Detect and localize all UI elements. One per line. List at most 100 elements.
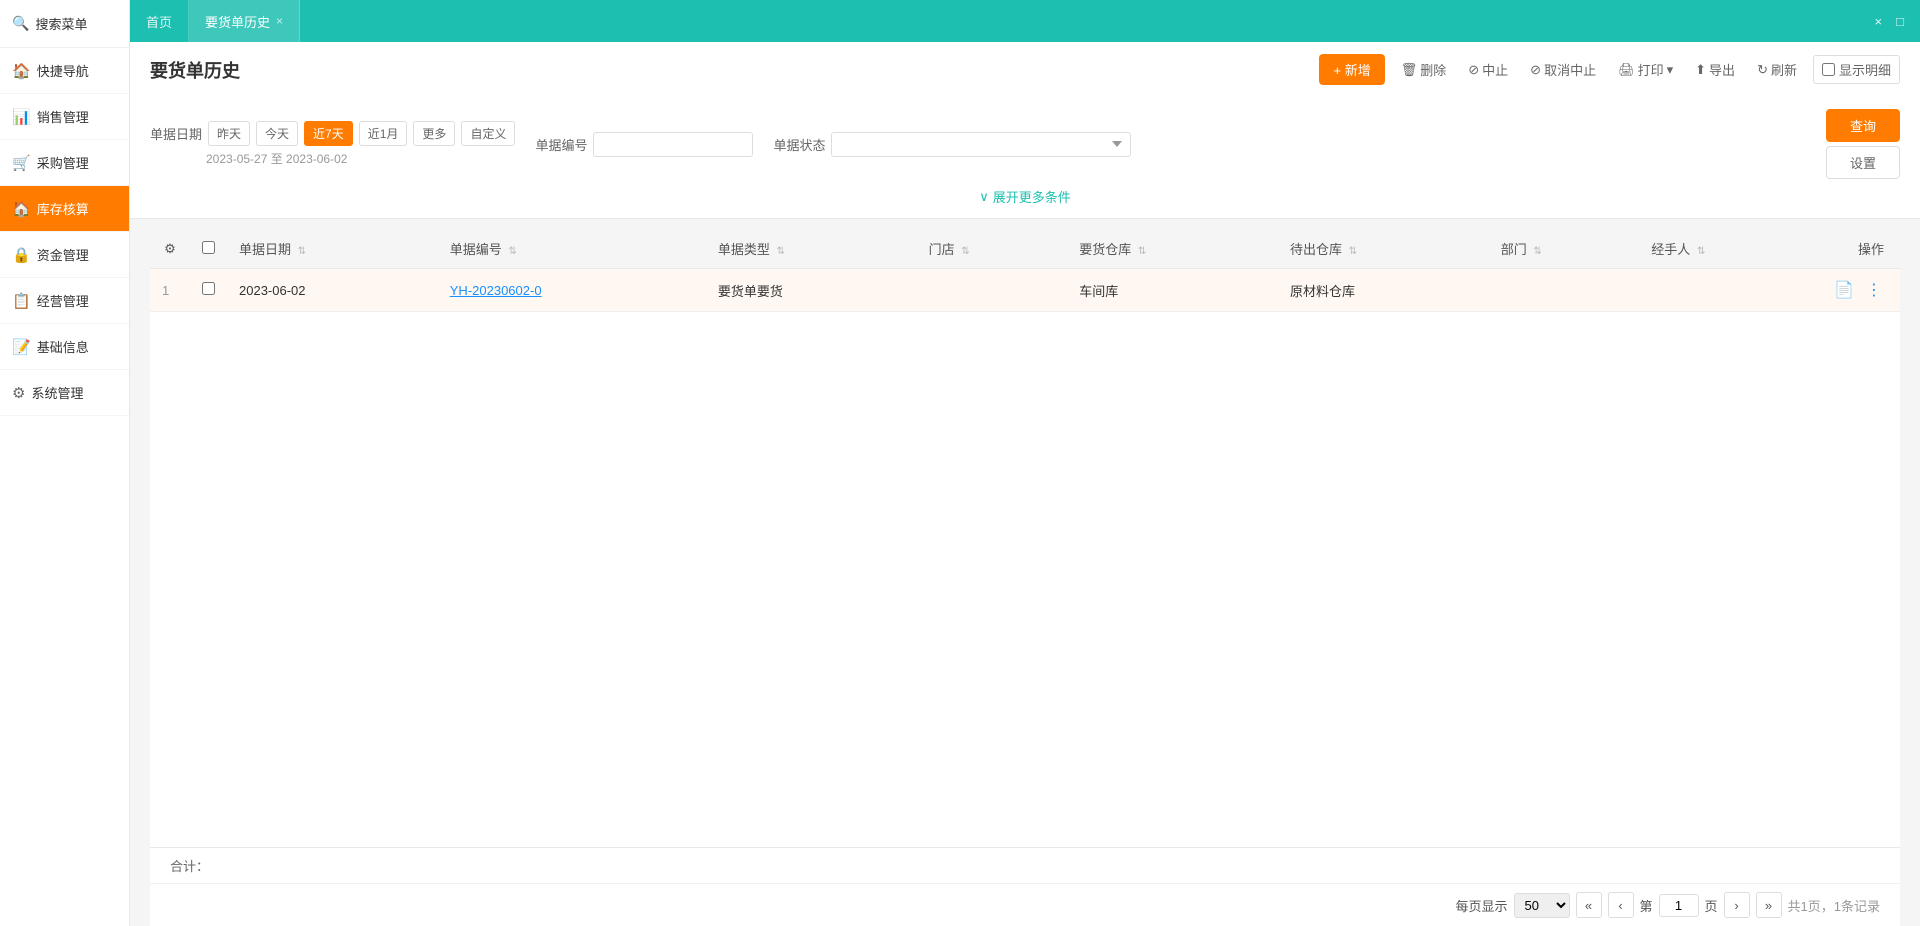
td-actions: 📄 ⋮ — [1820, 269, 1900, 312]
system-icon: ⚙ — [12, 384, 25, 402]
date-btn-last7days[interactable]: 近7天 — [304, 121, 353, 146]
td-handler — [1639, 269, 1820, 312]
page-number-input[interactable] — [1659, 894, 1699, 917]
sidebar-item-operation[interactable]: 📋 经营管理 — [0, 278, 129, 324]
doc-no-input[interactable] — [593, 132, 753, 157]
sidebar-item-label: 经营管理 — [37, 291, 89, 310]
suspend-icon: ⊘ — [1468, 62, 1479, 78]
th-settings[interactable]: ⚙ — [150, 229, 190, 269]
th-ops: 操作 — [1820, 229, 1900, 269]
first-page-button[interactable]: « — [1576, 892, 1602, 918]
sidebar-item-label: 资金管理 — [37, 245, 89, 264]
sort-store-icon: ⇅ — [961, 246, 969, 257]
td-doc-no[interactable]: YH-20230602-0 — [438, 269, 706, 312]
tab-requisition-history[interactable]: 要货单历史 × — [189, 0, 300, 42]
filter-row-1: 单据日期 昨天 今天 近7天 近1月 更多 自定义 2023-05-27 至 2… — [150, 109, 1900, 179]
doc-no-label: 单据编号 — [535, 135, 587, 154]
delete-button[interactable]: 🗑 删除 — [1395, 56, 1453, 83]
sort-req-warehouse-icon: ⇅ — [1138, 246, 1146, 257]
date-filter-label: 单据日期 — [150, 124, 202, 143]
sidebar-item-label: 库存核算 — [37, 199, 89, 218]
td-pending-warehouse: 原材料仓库 — [1278, 269, 1489, 312]
more-action-button[interactable]: ⋮ — [1864, 278, 1884, 302]
th-date[interactable]: 单据日期 ⇅ — [227, 229, 438, 269]
settings-button[interactable]: 设置 — [1826, 146, 1900, 179]
td-checkbox[interactable] — [190, 269, 227, 312]
th-store[interactable]: 门店 ⇅ — [917, 229, 1068, 269]
date-btn-yesterday[interactable]: 昨天 — [208, 121, 250, 146]
th-checkbox[interactable] — [190, 229, 227, 269]
display-detail-checkbox[interactable] — [1822, 63, 1835, 76]
th-department[interactable]: 部门 ⇅ — [1489, 229, 1640, 269]
th-req-warehouse-label: 要货仓库 — [1079, 242, 1131, 257]
last-page-button[interactable]: » — [1756, 892, 1782, 918]
select-all-checkbox[interactable] — [202, 241, 215, 254]
basic-icon: 📝 — [12, 338, 31, 356]
sidebar-item-system[interactable]: ⚙ 系统管理 — [0, 370, 129, 416]
new-button[interactable]: + 新增 — [1319, 54, 1384, 85]
sidebar-item-quick-nav[interactable]: 🏠 快捷导航 — [0, 48, 129, 94]
sidebar: 🔍 搜索菜单 🏠 快捷导航 📊 销售管理 🛒 采购管理 🏠 库存核算 🔒 资金管… — [0, 0, 130, 926]
sidebar-item-sales[interactable]: 📊 销售管理 — [0, 94, 129, 140]
home-icon: 🏠 — [12, 62, 31, 80]
row-checkbox[interactable] — [202, 282, 215, 295]
th-handler[interactable]: 经手人 ⇅ — [1639, 229, 1820, 269]
sidebar-item-finance[interactable]: 🔒 资金管理 — [0, 232, 129, 278]
date-btn-more[interactable]: 更多 — [413, 121, 455, 146]
delete-icon: 🗑 — [1401, 62, 1418, 78]
date-btn-last1month[interactable]: 近1月 — [359, 121, 408, 146]
th-doc-no[interactable]: 单据编号 ⇅ — [438, 229, 706, 269]
sidebar-item-label: 系统管理 — [31, 383, 83, 402]
pagination: 每页显示 10 20 50 100 « ‹ 第 页 › » 共1页，1条记录 — [150, 883, 1900, 926]
sidebar-item-basic[interactable]: 📝 基础信息 — [0, 324, 129, 370]
sum-label: 合计： — [170, 856, 209, 875]
display-detail-button[interactable]: 显示明细 — [1813, 55, 1900, 84]
cancel-suspend-button[interactable]: ⊘ 取消中止 — [1524, 56, 1602, 83]
query-button[interactable]: 查询 — [1826, 109, 1900, 142]
th-handler-label: 经手人 — [1651, 242, 1690, 257]
sidebar-search[interactable]: 🔍 搜索菜单 — [0, 0, 129, 48]
sidebar-item-purchase[interactable]: 🛒 采购管理 — [0, 140, 129, 186]
prev-page-button[interactable]: ‹ — [1608, 892, 1634, 918]
table-body: 1 2023-06-02 YH-20230602-0 要货单要货 车间库 原材料… — [150, 269, 1900, 312]
date-btn-today[interactable]: 今天 — [256, 121, 298, 146]
print-button[interactable]: 🖨 打印 ▾ — [1612, 56, 1679, 83]
filter-expand-row: ∨ 展开更多条件 — [150, 187, 1900, 210]
th-pending-warehouse-label: 待出仓库 — [1290, 242, 1342, 257]
finance-icon: 🔒 — [12, 246, 31, 264]
tab-close-icon[interactable]: × — [276, 14, 283, 28]
page-title: 要货单历史 — [150, 57, 240, 83]
suspend-button[interactable]: ⊘ 中止 — [1462, 56, 1514, 83]
expand-icon: ∨ — [979, 189, 989, 205]
print-icon: 🖨 — [1618, 62, 1635, 78]
tab-requisition-label: 要货单历史 — [205, 12, 270, 31]
th-doc-type[interactable]: 单据类型 ⇅ — [706, 229, 917, 269]
th-doc-type-label: 单据类型 — [718, 242, 770, 257]
td-store — [917, 269, 1068, 312]
date-btn-custom[interactable]: 自定义 — [461, 121, 515, 146]
close-window-button[interactable]: × — [1875, 14, 1883, 29]
refresh-button[interactable]: ↻ 刷新 — [1751, 56, 1803, 83]
view-action-button[interactable]: 📄 — [1832, 278, 1856, 302]
th-store-label: 门店 — [929, 242, 955, 257]
topbar-right: × □ — [1859, 14, 1920, 29]
table-wrap: ⚙ 单据日期 ⇅ 单据编号 ⇅ 单据类型 — [150, 229, 1900, 847]
export-button[interactable]: ⬆ 导出 — [1689, 56, 1741, 83]
cancel-suspend-icon: ⊘ — [1530, 62, 1541, 78]
td-doc-type: 要货单要货 — [706, 269, 917, 312]
date-range-display: 2023-05-27 至 2023-06-02 — [206, 150, 347, 167]
table-header: ⚙ 单据日期 ⇅ 单据编号 ⇅ 单据类型 — [150, 229, 1900, 269]
th-req-warehouse[interactable]: 要货仓库 ⇅ — [1067, 229, 1278, 269]
th-pending-warehouse[interactable]: 待出仓库 ⇅ — [1278, 229, 1489, 269]
maximize-window-button[interactable]: □ — [1896, 14, 1904, 29]
sidebar-item-inventory[interactable]: 🏠 库存核算 — [0, 186, 129, 232]
sidebar-item-label: 采购管理 — [37, 153, 89, 172]
page-title-row: 要货单历史 + 新增 🗑 删除 ⊘ 中止 ⊘ 取消中止 — [150, 54, 1900, 85]
page-size-select[interactable]: 10 20 50 100 — [1514, 893, 1570, 918]
next-page-button[interactable]: › — [1724, 892, 1750, 918]
td-req-warehouse: 车间库 — [1067, 269, 1278, 312]
operation-icon: 📋 — [12, 292, 31, 310]
expand-more-button[interactable]: ∨ 展开更多条件 — [979, 187, 1071, 206]
status-select[interactable] — [831, 132, 1131, 157]
tab-home[interactable]: 首页 — [130, 0, 189, 42]
